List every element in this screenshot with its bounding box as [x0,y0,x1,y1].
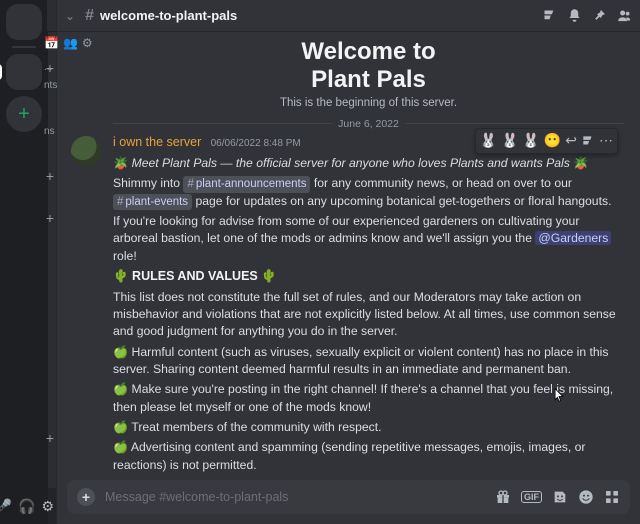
gift-icon[interactable] [495,489,511,505]
add-server-button[interactable]: + [6,96,42,132]
gif-button[interactable]: GIF [521,491,542,503]
members-icon[interactable] [617,8,632,23]
rule-item: 🍏 Treat members of the community with re… [113,419,624,436]
rule-item: 🍏 Make sure you're posting in the right … [113,381,624,416]
channel-link-events[interactable]: #plant-events [113,194,192,210]
notifications-icon[interactable] [567,8,582,23]
avatar[interactable] [71,136,101,166]
welcome-block: Welcome to Plant Pals This is the beginn… [113,32,624,109]
rules-title: 🌵 RULES AND VALUES 🌵 [113,268,624,286]
channel-top-bar: ⌄ # welcome-to-plant-pals [57,0,640,32]
add-channel-icon[interactable]: + [46,210,54,226]
server-plant-pals[interactable] [6,54,42,90]
more-icon[interactable]: ⋯ [599,131,613,151]
sticker-icon[interactable] [552,489,568,505]
message-line: 🪴 Meet Plant Pals — the official server … [113,155,624,172]
message-hover-actions: 🐰 🐰 🐰 😶 ↩ ⋯ [475,128,618,154]
channel-title: welcome-to-plant-pals [100,8,532,23]
welcome-sub: This is the beginning of this server. [113,97,624,109]
add-channel-icon[interactable]: + [46,168,54,184]
hash-icon: # [85,7,94,25]
sidebar-label: ns [44,126,55,137]
apps-icon[interactable] [604,489,620,505]
message-input[interactable] [105,490,485,504]
message: 🐰 🐰 🐰 😶 ↩ ⋯ i own the server 06/06/2022 … [113,134,624,472]
message-line: If you're looking for advise from some o… [113,213,624,265]
rule-item: 🍏 Harmful content (such as viruses, sexu… [113,344,624,379]
main-content: ⌄ # welcome-to-plant-pals Welcome to Pla… [56,0,640,524]
threads-icon[interactable] [542,8,557,23]
server-list: + [0,0,48,524]
deafen-icon[interactable]: 🎧 [18,498,35,515]
reaction-shortcut-2[interactable]: 🐰 [501,131,518,151]
sidebar-label: nts [44,80,57,91]
user-panel: 🎤 🎧 ⚙ [48,488,56,524]
server-divider [12,46,36,48]
welcome-heading: Welcome to Plant Pals [113,38,624,93]
add-channel-icon[interactable]: + [46,60,54,76]
reply-icon[interactable]: ↩ [565,131,577,151]
add-channel-icon[interactable]: + [46,430,54,446]
channel-sidebar: 📅 👥 ⚙ ... + nts ns + + + 🎤 🎧 ⚙ [48,0,56,524]
thread-icon[interactable] [581,134,595,148]
add-reaction-icon[interactable]: 😶 [544,131,561,151]
pinned-icon[interactable] [592,8,607,23]
message-timestamp: 06/06/2022 8:48 PM [211,138,301,149]
dm-home-button[interactable] [6,4,42,40]
chevron-down-icon[interactable]: ⌄ [65,9,75,23]
mute-icon[interactable]: 🎤 [0,498,12,515]
message-scroll[interactable]: Welcome to Plant Pals This is the beginn… [57,32,640,472]
message-composer: + GIF [67,480,630,514]
message-line: This list does not constitute the full s… [113,289,624,341]
attach-button[interactable]: + [77,488,95,506]
message-line: Shimmy into #plant-announcements for any… [113,175,624,210]
emoji-icon[interactable] [578,489,594,505]
role-mention[interactable]: @Gardeners [535,231,611,245]
reaction-shortcut-1[interactable]: 🐰 [480,131,497,151]
rule-item: 🍏 Advertising content and spamming (send… [113,439,624,472]
settings-icon[interactable]: ⚙ [41,498,54,515]
server-header[interactable] [47,0,56,32]
reaction-shortcut-3[interactable]: 🐰 [522,131,539,151]
channel-link-announcements[interactable]: #plant-announcements [183,176,310,192]
author-name[interactable]: i own the server [113,135,201,149]
